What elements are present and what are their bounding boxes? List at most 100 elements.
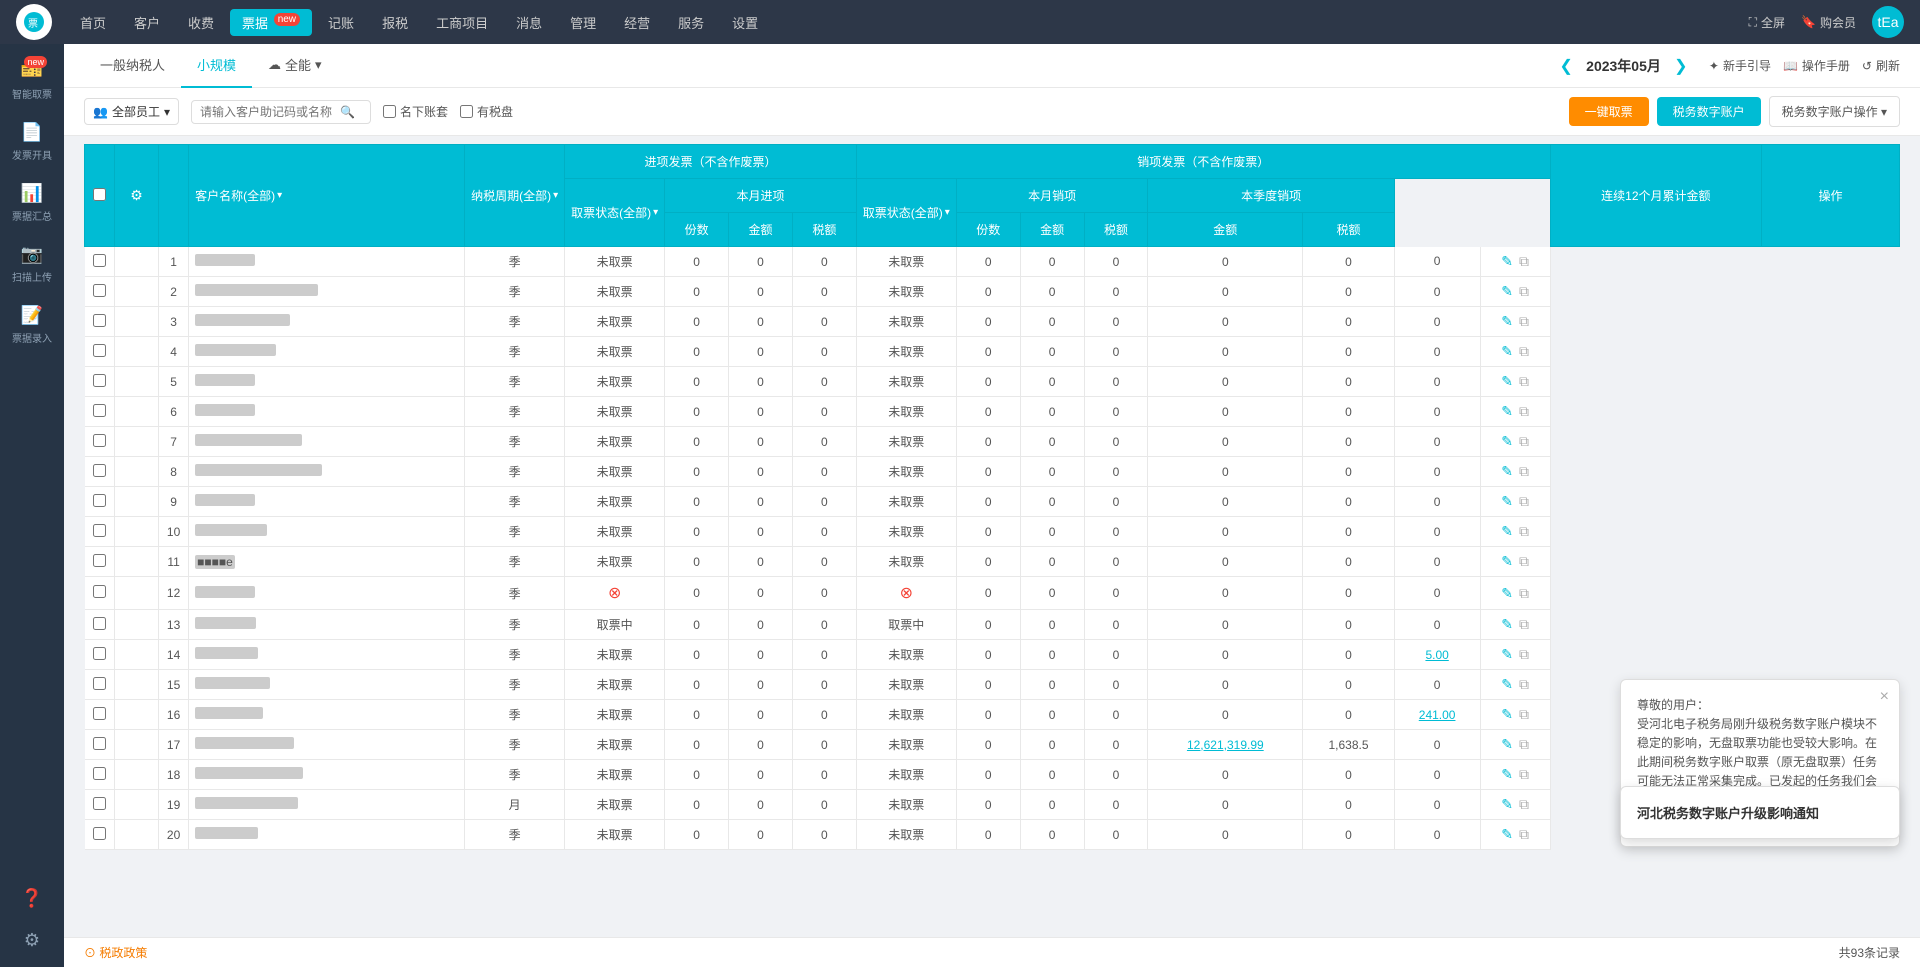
tab-all[interactable]: ☁ 全能 ▾ [252, 44, 338, 88]
tax-operation-button[interactable]: 税务数字账户操作 ▾ [1769, 96, 1900, 127]
sidebar-item-entry[interactable]: 📝 票据录入 [2, 296, 62, 353]
fullscreen-button[interactable]: ⛶ 全屏 [1749, 14, 1785, 31]
nav-item-admin[interactable]: 管理 [558, 9, 608, 36]
edit-button[interactable]: ✎ [1501, 553, 1513, 570]
copy-button[interactable]: ⧉ [1519, 313, 1529, 330]
copy-button[interactable]: ⧉ [1519, 766, 1529, 783]
copy-button[interactable]: ⧉ [1519, 253, 1529, 270]
edit-button[interactable]: ✎ [1501, 826, 1513, 843]
one-key-fetch-button[interactable]: 一键取票 [1569, 97, 1649, 126]
search-input[interactable] [200, 105, 340, 119]
row-checkbox[interactable] [93, 767, 106, 780]
copy-button[interactable]: ⧉ [1519, 796, 1529, 813]
copy-button[interactable]: ⧉ [1519, 826, 1529, 843]
filter-icon[interactable]: ▾ [277, 190, 282, 201]
edit-button[interactable]: ✎ [1501, 676, 1513, 693]
row-checkbox[interactable] [93, 797, 106, 810]
tab-general-taxpayer[interactable]: 一般纳税人 [84, 44, 181, 88]
out-fetch-filter-icon[interactable]: ▾ [945, 207, 950, 218]
nav-item-bookkeeping[interactable]: 记账 [316, 9, 366, 36]
date-prev-button[interactable]: ❮ [1554, 54, 1578, 78]
edit-button[interactable]: ✎ [1501, 433, 1513, 450]
sidebar-item-open-invoice[interactable]: 📄 发票开具 [2, 113, 62, 170]
copy-button[interactable]: ⧉ [1519, 553, 1529, 570]
nav-item-operation[interactable]: 经营 [612, 9, 662, 36]
row-checkbox[interactable] [93, 404, 106, 417]
row-checkbox[interactable] [93, 284, 106, 297]
row-checkbox[interactable] [93, 677, 106, 690]
edit-button[interactable]: ✎ [1501, 463, 1513, 480]
nav-item-message[interactable]: 消息 [504, 9, 554, 36]
row-checkbox[interactable] [93, 464, 106, 477]
copy-button[interactable]: ⧉ [1519, 493, 1529, 510]
nav-item-tax[interactable]: 报税 [370, 9, 420, 36]
sidebar-item-bottom2[interactable]: ⚙ [2, 921, 62, 959]
in-fetch-filter-icon[interactable]: ▾ [653, 207, 658, 218]
copy-button[interactable]: ⧉ [1519, 283, 1529, 300]
employee-filter[interactable]: 👥 全部员工 ▾ [84, 98, 179, 125]
copy-button[interactable]: ⧉ [1519, 523, 1529, 540]
sub-account-checkbox[interactable]: 名下账套 [383, 103, 448, 120]
nav-item-invoice[interactable]: 票据 new [230, 9, 312, 36]
edit-button[interactable]: ✎ [1501, 766, 1513, 783]
edit-button[interactable]: ✎ [1501, 283, 1513, 300]
nav-item-settings[interactable]: 设置 [720, 9, 770, 36]
rolling-amount-link[interactable]: 5.00 [1425, 648, 1448, 662]
edit-button[interactable]: ✎ [1501, 736, 1513, 753]
copy-button[interactable]: ⧉ [1519, 433, 1529, 450]
row-checkbox[interactable] [93, 344, 106, 357]
select-all-checkbox[interactable] [93, 188, 106, 201]
quarter-amount-link[interactable]: 12,621,319.99 [1187, 738, 1264, 752]
edit-button[interactable]: ✎ [1501, 403, 1513, 420]
row-checkbox[interactable] [93, 585, 106, 598]
copy-button[interactable]: ⧉ [1519, 403, 1529, 420]
edit-button[interactable]: ✎ [1501, 646, 1513, 663]
row-checkbox[interactable] [93, 554, 106, 567]
row-checkbox[interactable] [93, 827, 106, 840]
copy-button[interactable]: ⧉ [1519, 463, 1529, 480]
tax-digital-button[interactable]: 税务数字账户 [1657, 97, 1761, 126]
copy-button[interactable]: ⧉ [1519, 616, 1529, 633]
gear-icon[interactable]: ⚙ [130, 187, 143, 203]
nav-item-home[interactable]: 首页 [68, 9, 118, 36]
sidebar-item-smart-invoice[interactable]: 🎫 new 智能取票 [2, 52, 62, 109]
sidebar-item-bottom1[interactable]: ❓ [2, 879, 62, 917]
has-tax-disk-checkbox[interactable]: 有税盘 [460, 103, 513, 120]
row-checkbox[interactable] [93, 434, 106, 447]
edit-button[interactable]: ✎ [1501, 706, 1513, 723]
edit-button[interactable]: ✎ [1501, 616, 1513, 633]
row-checkbox[interactable] [93, 737, 106, 750]
row-checkbox[interactable] [93, 254, 106, 267]
row-checkbox[interactable] [93, 617, 106, 630]
row-checkbox[interactable] [93, 374, 106, 387]
manual-button[interactable]: 📖 操作手册 [1783, 57, 1850, 74]
sidebar-item-summary[interactable]: 📊 票据汇总 [2, 174, 62, 231]
nav-item-client[interactable]: 客户 [122, 9, 172, 36]
avatar[interactable]: tEa [1872, 6, 1904, 38]
row-checkbox[interactable] [93, 314, 106, 327]
edit-button[interactable]: ✎ [1501, 523, 1513, 540]
row-checkbox[interactable] [93, 524, 106, 537]
copy-button[interactable]: ⧉ [1519, 736, 1529, 753]
edit-button[interactable]: ✎ [1501, 796, 1513, 813]
refresh-button[interactable]: ↺ 刷新 [1862, 57, 1900, 74]
edit-button[interactable]: ✎ [1501, 373, 1513, 390]
member-button[interactable]: 🔖 购会员 [1801, 14, 1856, 31]
nav-item-business[interactable]: 工商项目 [424, 9, 500, 36]
copy-button[interactable]: ⧉ [1519, 676, 1529, 693]
row-checkbox[interactable] [93, 707, 106, 720]
notification-close-button[interactable]: × [1880, 688, 1889, 706]
row-checkbox[interactable] [93, 494, 106, 507]
edit-button[interactable]: ✎ [1501, 585, 1513, 602]
edit-button[interactable]: ✎ [1501, 493, 1513, 510]
row-checkbox[interactable] [93, 647, 106, 660]
copy-button[interactable]: ⧉ [1519, 646, 1529, 663]
search-box[interactable]: 🔍 [191, 100, 371, 124]
nav-item-billing[interactable]: 收费 [176, 9, 226, 36]
nav-item-service[interactable]: 服务 [666, 9, 716, 36]
copy-button[interactable]: ⧉ [1519, 706, 1529, 723]
tax-policy-link[interactable]: ⊙ 税政政策 [84, 944, 147, 961]
rolling-amount-link[interactable]: 241.00 [1419, 708, 1456, 722]
copy-button[interactable]: ⧉ [1519, 343, 1529, 360]
copy-button[interactable]: ⧉ [1519, 585, 1529, 602]
